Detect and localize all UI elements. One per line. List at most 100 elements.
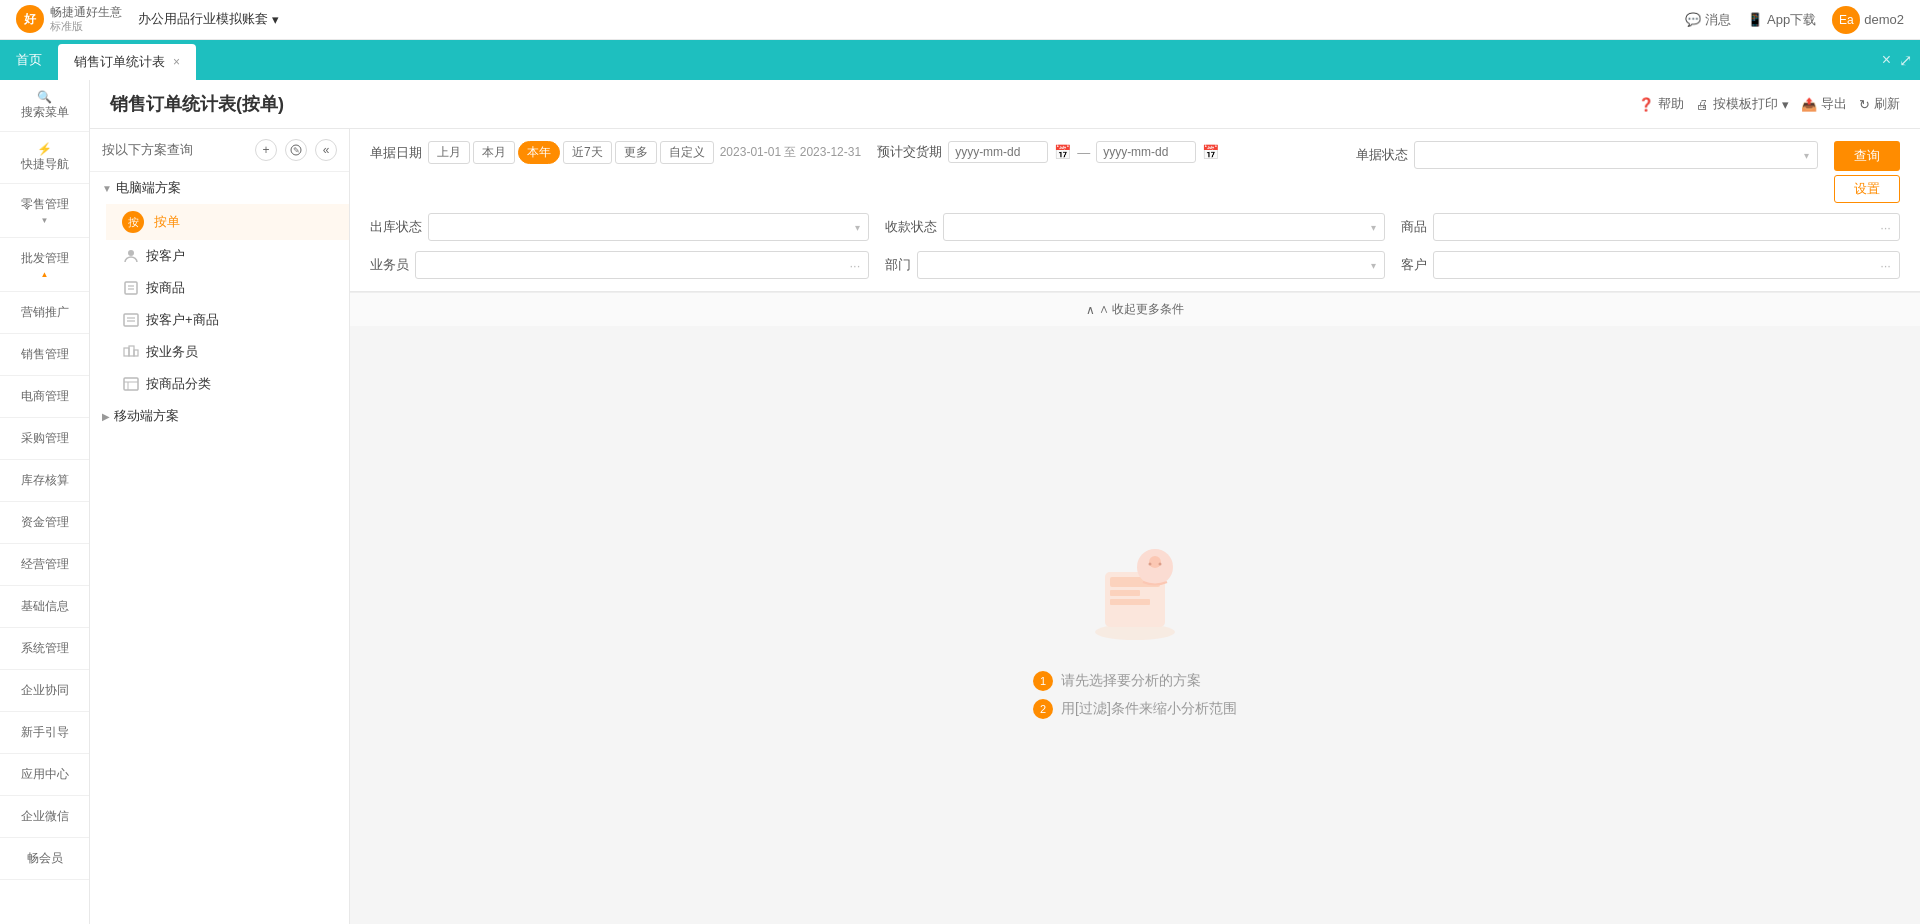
- sidebar-shortcut[interactable]: ⚡ 快捷导航: [0, 132, 89, 184]
- print-icon: 🖨: [1696, 97, 1709, 112]
- active-dot: 按: [122, 211, 144, 233]
- tree-item-by-salesperson[interactable]: 按业务员: [106, 336, 349, 368]
- print-dropdown-icon: ▾: [1782, 97, 1789, 112]
- edit-scheme-btn[interactable]: ✎: [285, 139, 307, 161]
- user-action[interactable]: Ea demo2: [1832, 6, 1904, 34]
- sidebar-item-newuser[interactable]: 新手引导: [0, 712, 89, 754]
- sidebar-item-sales-label: 销售管理: [21, 346, 69, 363]
- left-panel-actions: + ✎ «: [255, 139, 337, 161]
- department-select[interactable]: ▾: [917, 251, 1384, 279]
- delivery-select[interactable]: ▾: [428, 213, 869, 241]
- expected-date-label: 预计交货期: [877, 143, 942, 161]
- sidebar-item-appcenter[interactable]: 应用中心: [0, 754, 89, 796]
- department-arrow-icon: ▾: [1371, 260, 1376, 271]
- tree-item-by-customer[interactable]: 按客户: [106, 240, 349, 272]
- product-input[interactable]: ···: [1433, 213, 1900, 241]
- payment-select[interactable]: ▾: [943, 213, 1384, 241]
- query-button[interactable]: 查询: [1834, 141, 1900, 171]
- collapse-panel-btn[interactable]: «: [315, 139, 337, 161]
- calendar-to-icon[interactable]: 📅: [1202, 144, 1219, 160]
- export-icon: 📤: [1801, 97, 1817, 112]
- tab-sales-order[interactable]: 销售订单统计表 ×: [58, 44, 196, 80]
- expected-date-from[interactable]: [948, 141, 1048, 163]
- sidebar-item-wholesale[interactable]: 批发管理 ▲: [0, 238, 89, 292]
- salesperson-label: 业务员: [370, 256, 409, 274]
- expected-date-to[interactable]: [1096, 141, 1196, 163]
- svg-rect-11: [134, 350, 138, 356]
- help-action[interactable]: ❓ 帮助: [1638, 95, 1684, 113]
- status-select[interactable]: ▾: [1414, 141, 1818, 169]
- sidebar-item-wholesale-label: 批发管理: [21, 250, 69, 267]
- sidebar-item-operations[interactable]: 经营管理: [0, 544, 89, 586]
- salesperson-dots-icon: ···: [849, 258, 860, 273]
- hint-1-num: 1: [1033, 671, 1053, 691]
- add-scheme-btn[interactable]: +: [255, 139, 277, 161]
- customer-label: 客户: [1401, 256, 1427, 274]
- payment-label: 收款状态: [885, 218, 937, 236]
- app-download-action[interactable]: 📱 App下载: [1747, 11, 1816, 29]
- date-btn-custom[interactable]: 自定义: [660, 141, 714, 164]
- refresh-label: 刷新: [1874, 95, 1900, 113]
- empty-state: 1 请先选择要分析的方案 2 用[过滤]条件来缩小分析范围: [350, 326, 1920, 924]
- tab-minimize-btn[interactable]: ×: [1882, 51, 1891, 69]
- salesperson-input[interactable]: ···: [415, 251, 869, 279]
- collapse-label: ∧ 收起更多条件: [1099, 301, 1184, 318]
- message-action[interactable]: 💬 消息: [1685, 11, 1731, 29]
- tree-item-by-product[interactable]: 按商品: [106, 272, 349, 304]
- settings-button[interactable]: 设置: [1834, 175, 1900, 203]
- sidebar-item-marketing[interactable]: 营销推广: [0, 292, 89, 334]
- sidebar-item-wechat-label: 企业微信: [21, 808, 69, 825]
- tree-item-by-product-category-label: 按商品分类: [146, 375, 211, 393]
- collapse-bar[interactable]: ∧ ∧ 收起更多条件: [350, 292, 1920, 326]
- tree-mobile-group[interactable]: ▶ 移动端方案: [90, 400, 349, 432]
- help-icon: ❓: [1638, 97, 1654, 112]
- sidebar-item-enterprise[interactable]: 企业协同: [0, 670, 89, 712]
- calendar-from-icon[interactable]: 📅: [1054, 144, 1071, 160]
- sidebar-item-appcenter-label: 应用中心: [21, 766, 69, 783]
- sidebar-item-marketing-label: 营销推广: [21, 304, 69, 321]
- logo-sub: 标准版: [50, 19, 122, 34]
- tree-pc-group[interactable]: ▼ 电脑端方案: [90, 172, 349, 204]
- date-btn-7days[interactable]: 近7天: [563, 141, 612, 164]
- svg-rect-10: [129, 346, 134, 356]
- tree-item-by-order-label: 按单: [154, 213, 180, 231]
- template-print-action[interactable]: 🖨 按模板打印 ▾: [1696, 95, 1789, 113]
- sidebar-item-member[interactable]: 畅会员: [0, 838, 89, 880]
- tab-home[interactable]: 首页: [0, 40, 58, 80]
- export-action[interactable]: 📤 导出: [1801, 95, 1847, 113]
- date-btn-thismonth[interactable]: 本月: [473, 141, 515, 164]
- sidebar-item-ecommerce[interactable]: 电商管理: [0, 376, 89, 418]
- sidebar-item-system[interactable]: 系统管理: [0, 628, 89, 670]
- right-content: 单据日期 上月 本月 本年 近7天 更多 自定义 2023-01-01 至 20…: [350, 129, 1920, 924]
- sidebar-item-inventory[interactable]: 库存核算: [0, 460, 89, 502]
- company-selector[interactable]: 办公用品行业模拟账套 ▾: [130, 6, 287, 32]
- date-btn-thisyear[interactable]: 本年: [518, 141, 560, 164]
- left-panel-header: 按以下方案查询 + ✎ «: [90, 129, 349, 172]
- customer-input[interactable]: ···: [1433, 251, 1900, 279]
- sidebar-item-basic[interactable]: 基础信息: [0, 586, 89, 628]
- tree-item-by-customer-product[interactable]: 按客户+商品: [106, 304, 349, 336]
- tree-item-by-product-category[interactable]: 按商品分类: [106, 368, 349, 400]
- svg-rect-12: [124, 378, 138, 390]
- date-btn-more[interactable]: 更多: [615, 141, 657, 164]
- search-icon: 🔍: [0, 90, 89, 104]
- tab-maximize-btn[interactable]: ⤢: [1899, 51, 1912, 70]
- hint-2-num: 2: [1033, 699, 1053, 719]
- sidebar-item-retail[interactable]: 零售管理 ▼: [0, 184, 89, 238]
- date-btn-group: 上月 本月 本年 近7天 更多 自定义: [428, 141, 714, 164]
- tree-item-by-order[interactable]: 按 按单: [106, 204, 349, 240]
- sidebar-search[interactable]: 🔍 搜索菜单: [0, 80, 89, 132]
- expected-date-group: 预计交货期 📅 — 📅: [877, 141, 1339, 163]
- sidebar-item-purchase[interactable]: 采购管理: [0, 418, 89, 460]
- sidebar-item-sales[interactable]: 销售管理: [0, 334, 89, 376]
- date-separator: —: [1077, 145, 1090, 160]
- sidebar-item-wechat[interactable]: 企业微信: [0, 796, 89, 838]
- svg-point-2: [128, 250, 134, 256]
- date-btn-lastmonth[interactable]: 上月: [428, 141, 470, 164]
- logo-area: 好 畅捷通好生意 标准版: [16, 5, 122, 34]
- sidebar-item-member-label: 畅会员: [27, 850, 63, 867]
- tab-close-icon[interactable]: ×: [173, 55, 180, 69]
- refresh-action[interactable]: ↻ 刷新: [1859, 95, 1900, 113]
- sidebar-item-finance[interactable]: 资金管理: [0, 502, 89, 544]
- svg-point-23: [1159, 562, 1162, 565]
